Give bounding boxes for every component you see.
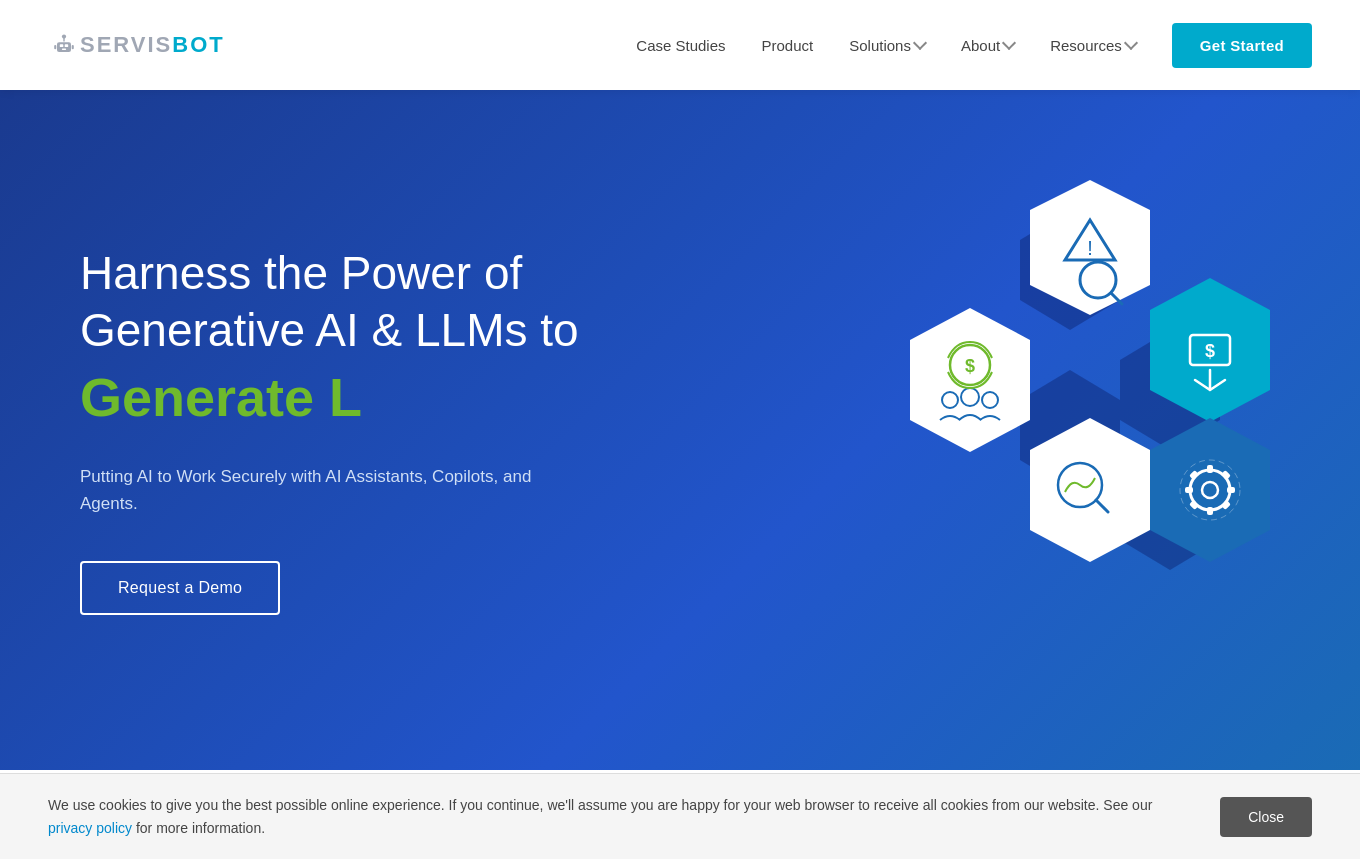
svg-rect-0 xyxy=(57,42,71,52)
cookie-close-button[interactable]: Close xyxy=(1220,797,1312,837)
nav-links: Case Studies Product Solutions About Res… xyxy=(636,23,1312,68)
svg-text:$: $ xyxy=(965,356,975,376)
hero-content: Harness the Power of Generative AI & LLM… xyxy=(80,245,579,616)
logo[interactable]: SERVIS BOT xyxy=(48,31,225,59)
hex-cluster-svg: ! $ $ xyxy=(840,180,1280,680)
hex-illustration: ! $ $ xyxy=(840,180,1280,680)
privacy-policy-link[interactable]: privacy policy xyxy=(48,820,132,836)
svg-rect-24 xyxy=(1207,507,1213,515)
hero-generate-text: Generate L xyxy=(80,368,579,427)
nav-solutions[interactable]: Solutions xyxy=(849,37,925,54)
chevron-down-icon xyxy=(1002,36,1016,50)
logo-robot-icon xyxy=(50,31,78,59)
hero-subtitle: Putting AI to Work Securely with AI Assi… xyxy=(80,463,560,517)
hex-left xyxy=(910,308,1030,452)
svg-rect-2 xyxy=(65,44,69,47)
request-demo-button[interactable]: Request a Demo xyxy=(80,561,280,615)
nav-product[interactable]: Product xyxy=(762,37,814,54)
svg-text:!: ! xyxy=(1087,237,1093,259)
svg-text:$: $ xyxy=(1205,341,1215,361)
chevron-down-icon xyxy=(913,36,927,50)
logo-bot-text: BOT xyxy=(172,32,224,58)
svg-rect-23 xyxy=(1207,465,1213,473)
svg-rect-1 xyxy=(60,44,64,47)
hero-title: Harness the Power of Generative AI & LLM… xyxy=(80,245,579,360)
cookie-banner: We use cookies to give you the best poss… xyxy=(0,773,1360,859)
svg-rect-3 xyxy=(62,49,66,50)
nav-about[interactable]: About xyxy=(961,37,1014,54)
svg-rect-26 xyxy=(1227,487,1235,493)
svg-rect-6 xyxy=(54,45,56,49)
svg-point-5 xyxy=(62,35,66,39)
nav-resources[interactable]: Resources xyxy=(1050,37,1136,54)
hero-section: Harness the Power of Generative AI & LLM… xyxy=(0,90,1360,770)
logo-servis-text: SERVIS xyxy=(80,32,172,58)
navbar: SERVIS BOT Case Studies Product Solution… xyxy=(0,0,1360,90)
svg-rect-25 xyxy=(1185,487,1193,493)
nav-case-studies[interactable]: Case Studies xyxy=(636,37,725,54)
get-started-button[interactable]: Get Started xyxy=(1172,23,1312,68)
cookie-text: We use cookies to give you the best poss… xyxy=(48,794,1180,839)
chevron-down-icon xyxy=(1124,36,1138,50)
svg-rect-7 xyxy=(72,45,74,49)
